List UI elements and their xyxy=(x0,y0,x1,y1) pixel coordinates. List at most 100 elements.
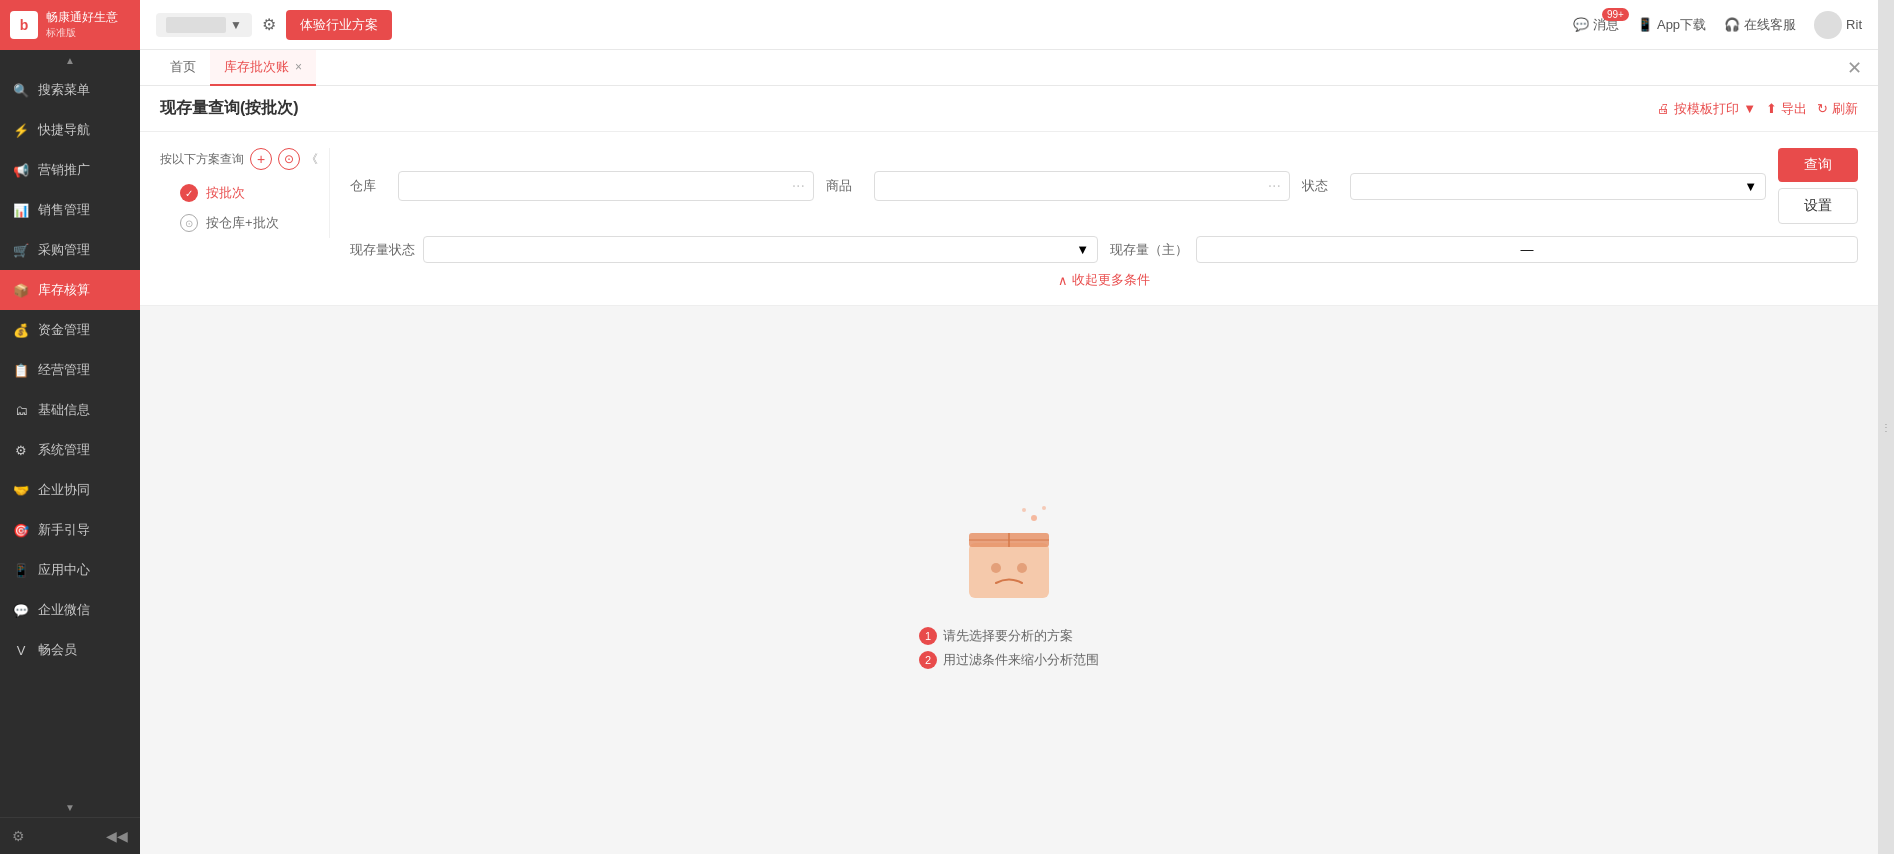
sidebar-item-marketing[interactable]: 📢 营销推广 xyxy=(0,150,140,190)
export-button[interactable]: ⬆ 导出 xyxy=(1766,100,1807,118)
sidebar-item-operation[interactable]: 📋 经营管理 xyxy=(0,350,140,390)
sidebar-item-label: 应用中心 xyxy=(38,561,90,579)
status-label: 状态 xyxy=(1302,177,1342,195)
scheme-warehouse-icon: ⊙ xyxy=(180,214,198,232)
page-content-area: 现存量查询(按批次) 🖨 按模板打印 ▼ ⬆ 导出 ↻ 刷新 xyxy=(140,86,1878,854)
finance-icon: 💰 xyxy=(12,321,30,339)
user-name: Rit xyxy=(1846,17,1862,32)
print-button[interactable]: 🖨 按模板打印 ▼ xyxy=(1657,100,1756,118)
tip-num-2: 2 xyxy=(919,651,937,669)
sidebar-item-label: 企业协同 xyxy=(38,481,90,499)
sidebar-item-quick[interactable]: ⚡ 快捷导航 xyxy=(0,110,140,150)
sidebar-item-label: 经营管理 xyxy=(38,361,90,379)
sidebar-scroll-up[interactable]: ▲ xyxy=(0,50,140,70)
sidebar-item-enterprise[interactable]: 🤝 企业协同 xyxy=(0,470,140,510)
app-download-button[interactable]: 📱 App下载 xyxy=(1637,16,1706,34)
config-icon: ⊙ xyxy=(284,152,294,166)
app-logo: b xyxy=(10,11,38,39)
sidebar-item-label: 快捷导航 xyxy=(38,121,90,139)
sidebar-item-app-center[interactable]: 📱 应用中心 xyxy=(0,550,140,590)
inventory-icon: 📦 xyxy=(12,281,30,299)
operation-icon: 📋 xyxy=(12,361,30,379)
dropdown-arrow-icon: ▼ xyxy=(230,18,242,32)
stock-status-select[interactable]: ▼ xyxy=(423,236,1098,263)
sidebar-scroll-down[interactable]: ▼ xyxy=(0,797,140,817)
sidebar-item-vip[interactable]: V 畅会员 xyxy=(0,630,140,670)
sidebar-item-label: 系统管理 xyxy=(38,441,90,459)
tab-close-icon[interactable]: × xyxy=(295,60,302,74)
stock-qty-range[interactable]: — xyxy=(1196,236,1858,263)
tip-text-2: 用过滤条件来缩小分析范围 xyxy=(943,651,1099,669)
refresh-button[interactable]: ↻ 刷新 xyxy=(1817,100,1858,118)
sidebar-item-wechat[interactable]: 💬 企业微信 xyxy=(0,590,140,630)
sidebar-item-newbie[interactable]: 🎯 新手引导 xyxy=(0,510,140,550)
export-icon: ⬆ xyxy=(1766,101,1777,116)
scheme-item-warehouse-batch[interactable]: ⊙ 按仓库+批次 xyxy=(160,208,319,238)
stock-status-field: 现存量状态 ▼ xyxy=(350,236,1098,263)
refresh-label: 刷新 xyxy=(1832,100,1858,118)
trial-industry-button[interactable]: 体验行业方案 xyxy=(286,10,392,40)
product-dots: ··· xyxy=(1268,177,1281,195)
stock-qty-max[interactable] xyxy=(1542,242,1622,257)
marketing-icon: 📢 xyxy=(12,161,30,179)
sidebar-item-finance[interactable]: 💰 资金管理 xyxy=(0,310,140,350)
query-button[interactable]: 查询 xyxy=(1778,148,1858,182)
right-panel[interactable]: ⋮ xyxy=(1878,0,1894,854)
topbar-dropdown[interactable]: ▼ xyxy=(156,13,252,37)
settings-footer-icon[interactable]: ⚙ xyxy=(12,828,25,844)
settings-button[interactable]: 设置 xyxy=(1778,188,1858,224)
filter-add-button[interactable]: + xyxy=(250,148,272,170)
export-label: 导出 xyxy=(1781,100,1807,118)
sidebar-item-label: 新手引导 xyxy=(38,521,90,539)
filter-title: 按以下方案查询 xyxy=(160,151,244,168)
empty-state: 1 请先选择要分析的方案 2 用过滤条件来缩小分析范围 xyxy=(140,306,1878,854)
tip-text-1: 请先选择要分析的方案 xyxy=(943,627,1073,645)
scheme-item-batch[interactable]: ✓ 按批次 xyxy=(160,178,319,208)
stock-qty-label: 现存量（主） xyxy=(1110,241,1188,259)
filter-config-button[interactable]: ⊙ xyxy=(278,148,300,170)
filter-collapse-icon[interactable]: 《 xyxy=(306,151,318,168)
purchase-icon: 🛒 xyxy=(12,241,30,259)
online-service-button[interactable]: 🎧 在线客服 xyxy=(1724,16,1796,34)
warehouse-input[interactable]: ··· xyxy=(398,171,814,201)
scheme-batch-label: 按批次 xyxy=(206,184,245,202)
user-menu-button[interactable]: Rit xyxy=(1814,11,1862,39)
sidebar-item-system[interactable]: ⚙ 系统管理 xyxy=(0,430,140,470)
sidebar-item-label: 营销推广 xyxy=(38,161,90,179)
svg-point-5 xyxy=(1017,563,1027,573)
sales-icon: 📊 xyxy=(12,201,30,219)
empty-svg xyxy=(949,488,1069,608)
product-input[interactable]: ··· xyxy=(874,171,1290,201)
status-select[interactable]: ▼ xyxy=(1350,173,1766,200)
sidebar-nav: 🔍 搜索菜单 ⚡ 快捷导航 📢 营销推广 📊 销售管理 🛒 采购管理 📦 库存核… xyxy=(0,70,140,797)
tab-active-label: 库存批次账 xyxy=(224,58,289,76)
wechat-icon: 💬 xyxy=(12,601,30,619)
tab-panel-close-icon[interactable]: ✕ xyxy=(1847,57,1862,79)
stock-status-label: 现存量状态 xyxy=(350,241,415,259)
stock-qty-min[interactable] xyxy=(1433,242,1513,257)
sidebar-item-label: 资金管理 xyxy=(38,321,90,339)
topbar-left: ▼ ⚙ 体验行业方案 xyxy=(156,10,392,40)
app-center-icon: 📱 xyxy=(12,561,30,579)
sidebar-item-label: 基础信息 xyxy=(38,401,90,419)
tab-inventory-batch[interactable]: 库存批次账 × xyxy=(210,50,316,86)
sidebar-item-inventory[interactable]: 📦 库存核算 xyxy=(0,270,140,310)
sidebar-item-basic[interactable]: 🗂 基础信息 xyxy=(0,390,140,430)
sidebar: b 畅康通好生意 标准版 ▲ 🔍 搜索菜单 ⚡ 快捷导航 📢 营销推广 📊 销售… xyxy=(0,0,140,854)
topbar-settings-icon[interactable]: ⚙ xyxy=(262,15,276,34)
quick-icon: ⚡ xyxy=(12,121,30,139)
filter-section: 按以下方案查询 + ⊙ 《 ✓ 按批次 ⊙ xyxy=(140,132,1878,306)
empty-tips: 1 请先选择要分析的方案 2 用过滤条件来缩小分析范围 xyxy=(919,624,1099,672)
svg-point-7 xyxy=(1042,506,1046,510)
right-panel-handle-icon: ⋮ xyxy=(1881,422,1891,433)
print-label: 按模板打印 xyxy=(1674,100,1739,118)
topbar-right: 💬 消息 99+ 📱 App下载 🎧 在线客服 Rit xyxy=(1573,11,1862,39)
tab-home[interactable]: 首页 xyxy=(156,50,210,86)
sidebar-item-search[interactable]: 🔍 搜索菜单 xyxy=(0,70,140,110)
collapse-more-button[interactable]: ∧ 收起更多条件 xyxy=(350,271,1858,289)
sidebar-item-sales[interactable]: 📊 销售管理 xyxy=(0,190,140,230)
messages-button[interactable]: 💬 消息 99+ xyxy=(1573,16,1619,34)
sidebar-item-purchase[interactable]: 🛒 采购管理 xyxy=(0,230,140,270)
scheme-warehouse-label: 按仓库+批次 xyxy=(206,214,279,232)
collapse-sidebar-icon[interactable]: ◀◀ xyxy=(106,828,128,844)
